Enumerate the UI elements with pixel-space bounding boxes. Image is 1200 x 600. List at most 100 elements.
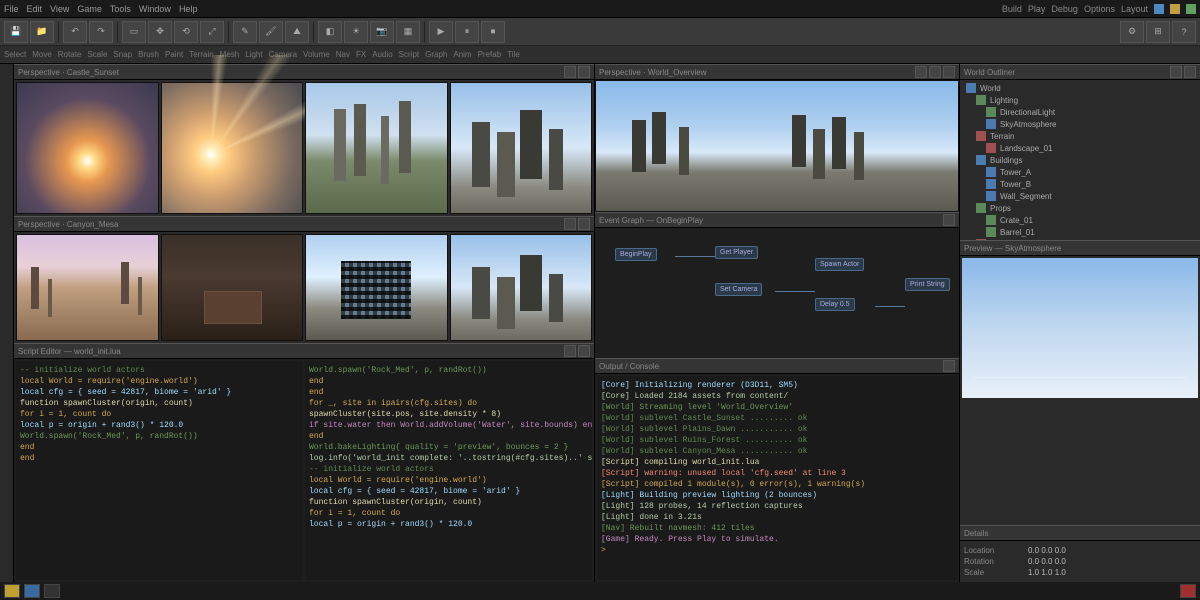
tool-label[interactable]: Anim — [453, 50, 471, 59]
property-value[interactable]: 0.0 0.0 0.0 — [1028, 557, 1066, 566]
play-button[interactable]: ▶ — [429, 21, 453, 43]
viewport-6[interactable] — [161, 234, 304, 341]
menu-tools[interactable]: Tools — [110, 4, 131, 14]
property-value[interactable]: 1.0 1.0 1.0 — [1028, 568, 1066, 577]
open-button[interactable]: 📁 — [30, 21, 54, 43]
outliner-item[interactable]: SkyAtmosphere — [962, 118, 1198, 130]
camera-tool[interactable]: 📷 — [370, 21, 394, 43]
menu-build[interactable]: Build — [1002, 4, 1022, 14]
node-graph[interactable]: BeginPlay Get Player Set Camera Spawn Actor… — [595, 228, 959, 358]
tool-label[interactable]: Audio — [372, 50, 392, 59]
save-button[interactable]: 💾 — [4, 21, 28, 43]
paint-tool[interactable]: 🖌 — [259, 21, 283, 43]
tool-label[interactable]: Rotate — [58, 50, 82, 59]
settings-button[interactable]: ⚙ — [1120, 21, 1144, 43]
menu-play[interactable]: Play — [1028, 4, 1046, 14]
menu-options[interactable]: Options — [1084, 4, 1115, 14]
tray-icon[interactable] — [1186, 4, 1196, 14]
tool-label[interactable]: Script — [399, 50, 419, 59]
move-tool[interactable]: ✥ — [148, 21, 172, 43]
panel-max-button[interactable] — [578, 66, 590, 78]
viewport-5[interactable] — [16, 234, 159, 341]
code-editor-left[interactable]: -- initialize world actorslocal World = … — [14, 359, 594, 582]
main-viewport[interactable] — [595, 80, 959, 212]
viewport-8[interactable] — [450, 234, 593, 341]
terrain-tool[interactable]: ⛰ — [285, 21, 309, 43]
light-tool[interactable]: ☀ — [344, 21, 368, 43]
property-value[interactable]: 0.0 0.0 0.0 — [1028, 546, 1066, 555]
graph-node[interactable]: Spawn Actor — [815, 258, 864, 271]
outliner-item[interactable]: Wall_Segment — [962, 190, 1198, 202]
viewport-2[interactable] — [161, 82, 304, 214]
rotate-tool[interactable]: ⟲ — [174, 21, 198, 43]
menu-layout[interactable]: Layout — [1121, 4, 1148, 14]
graph-node[interactable]: Print String — [905, 278, 950, 291]
brush-tool[interactable]: ✎ — [233, 21, 257, 43]
graph-node[interactable]: Set Camera — [715, 283, 762, 296]
viewport-max-button[interactable] — [943, 66, 955, 78]
taskbar-app[interactable] — [24, 584, 40, 598]
tool-label[interactable]: Scale — [87, 50, 107, 59]
asset-preview[interactable] — [960, 256, 1200, 525]
menu-view[interactable]: View — [50, 4, 69, 14]
outliner-item[interactable]: Tower_A — [962, 166, 1198, 178]
volume-tool[interactable]: ▦ — [396, 21, 420, 43]
outliner-item[interactable]: DirectionalLight — [962, 106, 1198, 118]
clear-console-button[interactable] — [943, 360, 955, 372]
console-output[interactable]: [Core] Initializing renderer (D3D11, SM5… — [595, 374, 959, 582]
menu-game[interactable]: Game — [77, 4, 102, 14]
panel-menu-button[interactable] — [1184, 66, 1196, 78]
viewport-7[interactable] — [305, 234, 448, 341]
viewport-options-button[interactable] — [929, 66, 941, 78]
select-tool[interactable]: ▭ — [122, 21, 146, 43]
viewport-lit-button[interactable] — [915, 66, 927, 78]
outliner-item[interactable]: Landscape_01 — [962, 142, 1198, 154]
pause-button[interactable]: ⏸ — [455, 21, 479, 43]
outliner-item[interactable]: World — [962, 82, 1198, 94]
tool-label[interactable]: Graph — [425, 50, 447, 59]
tool-label[interactable]: Prefab — [478, 50, 502, 59]
scale-tool[interactable]: ⤢ — [200, 21, 224, 43]
tool-label[interactable]: Nav — [336, 50, 350, 59]
tool-label[interactable]: Move — [32, 50, 52, 59]
panel-menu-button[interactable] — [564, 66, 576, 78]
outliner-item[interactable]: Barrel_01 — [962, 226, 1198, 238]
undo-button[interactable]: ↶ — [63, 21, 87, 43]
menu-edit[interactable]: Edit — [27, 4, 43, 14]
outliner-item[interactable]: Terrain — [962, 130, 1198, 142]
mesh-tool[interactable]: ◧ — [318, 21, 342, 43]
graph-node[interactable]: BeginPlay — [615, 248, 657, 261]
menu-help[interactable]: Help — [179, 4, 198, 14]
tool-label[interactable]: Select — [4, 50, 26, 59]
outliner-item[interactable]: Props — [962, 202, 1198, 214]
outliner-item[interactable]: Crate_01 — [962, 214, 1198, 226]
panel-menu-button[interactable] — [943, 214, 955, 226]
layout-button[interactable]: ⊞ — [1146, 21, 1170, 43]
tool-label[interactable]: Tile — [507, 50, 520, 59]
redo-button[interactable]: ↷ — [89, 21, 113, 43]
taskbar-app[interactable] — [44, 584, 60, 598]
tray-icon[interactable] — [1170, 4, 1180, 14]
outliner-item[interactable]: Buildings — [962, 154, 1198, 166]
panel-menu-button[interactable] — [564, 345, 576, 357]
outliner-item[interactable]: Tower_B — [962, 178, 1198, 190]
outliner-tree[interactable]: WorldLightingDirectionalLightSkyAtmosphe… — [960, 80, 1200, 240]
outliner-item[interactable]: Lighting — [962, 94, 1198, 106]
tray-button[interactable] — [1180, 584, 1196, 598]
panel-max-button[interactable] — [578, 218, 590, 230]
viewport-3[interactable] — [305, 82, 448, 214]
help-button[interactable]: ? — [1172, 21, 1196, 43]
menu-window[interactable]: Window — [139, 4, 171, 14]
tray-icon[interactable] — [1154, 4, 1164, 14]
stop-button[interactable]: ⏹ — [481, 21, 505, 43]
panel-close-button[interactable] — [578, 345, 590, 357]
menu-debug[interactable]: Debug — [1051, 4, 1078, 14]
graph-node[interactable]: Get Player — [715, 246, 758, 259]
tool-label[interactable]: FX — [356, 50, 366, 59]
panel-menu-button[interactable] — [564, 218, 576, 230]
start-button[interactable] — [4, 584, 20, 598]
filter-button[interactable] — [1170, 66, 1182, 78]
viewport-4[interactable] — [450, 82, 593, 214]
menu-file[interactable]: File — [4, 4, 19, 14]
graph-node[interactable]: Delay 0.5 — [815, 298, 855, 311]
